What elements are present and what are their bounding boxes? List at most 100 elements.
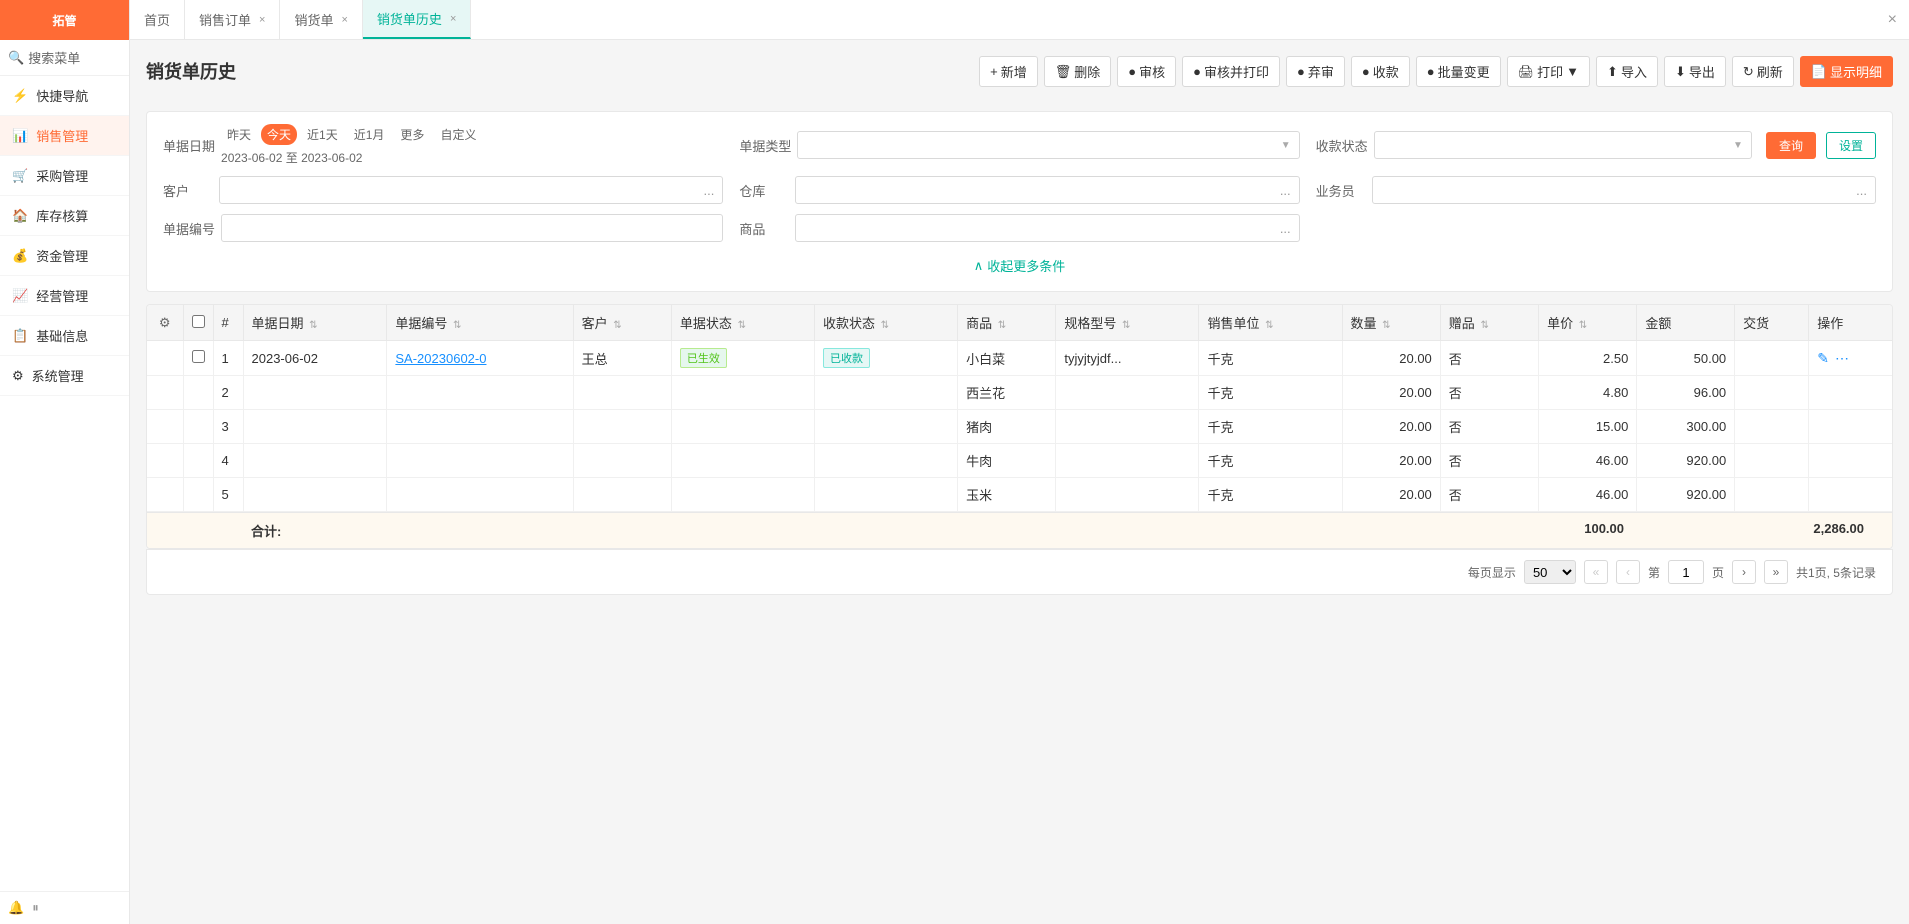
td-product: 小白菜 [958,341,1056,376]
refresh-button[interactable]: ↻ 刷新 [1732,56,1794,87]
filter-doc-num: 单据编号 [163,214,723,242]
show-detail-button[interactable]: 📄 显示明细 [1800,56,1893,87]
th-customer[interactable]: 客户 ⇅ [573,305,671,341]
import-button[interactable]: ⬆ 导入 [1596,56,1658,87]
tab-sales-order[interactable]: 销售订单 × [185,0,280,39]
filter-payment-status: 收款状态 ▼ 查询 设置 [1316,131,1876,159]
delete-button[interactable]: 🗑 删除 [1044,56,1112,87]
settings-gear-icon[interactable]: ⚙ [159,315,171,330]
last-page-button[interactable]: » [1764,560,1788,584]
td-doc-status [671,376,814,410]
product-dots[interactable]: ... [1280,221,1291,236]
date-tag-last1month[interactable]: 近1月 [348,124,391,145]
first-page-button[interactable]: « [1584,560,1608,584]
product-input[interactable] [804,221,1279,235]
td-customer [573,376,671,410]
td-date [243,376,387,410]
customer-dots[interactable]: ... [703,183,714,198]
th-unit[interactable]: 销售单位 ⇅ [1199,305,1342,341]
more-action-icon[interactable]: ⋯ [1835,350,1849,367]
date-tag-custom[interactable]: 自定义 [434,124,482,145]
sidebar-item-operations[interactable]: 📈 经营管理 [0,276,129,316]
abandon-button[interactable]: ● 弃审 [1286,56,1345,87]
sidebar-bottom: 🔔 ⏸ [0,891,129,924]
salesperson-input-wrap: ... [1372,176,1876,204]
notification-icon[interactable]: 🔔 [8,900,24,916]
print-dropdown-icon: ▼ [1566,64,1579,79]
td-date [243,410,387,444]
prev-page-button[interactable]: ‹ [1616,560,1640,584]
page-title: 销货单历史 [146,58,236,84]
row-checkbox[interactable] [192,350,205,363]
select-all-checkbox[interactable] [192,315,205,328]
td-product: 牛肉 [958,444,1056,478]
sidebar-search[interactable]: 🔍 搜索菜单 [0,40,129,76]
pause-icon[interactable]: ⏸ [32,900,39,916]
th-payment-status[interactable]: 收款状态 ⇅ [815,305,958,341]
sidebar-item-basic-info[interactable]: 📋 基础信息 [0,316,129,356]
th-price[interactable]: 单价 ⇅ [1539,305,1637,341]
per-page-select[interactable]: 50 20 100 [1524,560,1576,584]
date-tag-more[interactable]: 更多 [394,124,430,145]
td-settings [147,478,183,512]
sidebar-item-finance[interactable]: 💰 资金管理 [0,236,129,276]
td-price: 4.80 [1539,376,1637,410]
tab-home-label: 首页 [144,10,170,29]
collect-button[interactable]: ● 收款 [1351,56,1410,87]
collapse-button[interactable]: ∧ 收起更多条件 [163,252,1876,279]
td-checkbox [183,444,213,478]
td-customer [573,444,671,478]
edit-action-icon[interactable]: ✎ [1817,350,1829,367]
tab-sales-delivery-close[interactable]: × [341,14,347,26]
warehouse-dots[interactable]: ... [1280,183,1291,198]
tab-close-all[interactable]: × [1876,11,1909,29]
sidebar-item-quick-nav[interactable]: ⚡ 快捷导航 [0,76,129,116]
tab-home[interactable]: 首页 [130,0,185,39]
salesperson-dots[interactable]: ... [1856,183,1867,198]
th-doc-status[interactable]: 单据状态 ⇅ [671,305,814,341]
tab-sales-delivery[interactable]: 销货单 × [280,0,362,39]
doc-type-select[interactable]: ▼ [797,131,1299,159]
td-price: 2.50 [1539,341,1637,376]
page-number-input[interactable] [1668,560,1704,584]
audit-button[interactable]: ● 审核 [1117,56,1176,87]
total-amount: 2,286.00 [1813,521,1864,536]
th-date[interactable]: 单据日期 ⇅ [243,305,387,341]
tab-sales-order-close[interactable]: × [259,14,265,26]
doc-num-input[interactable] [230,221,714,235]
sidebar-item-purchase-mgmt[interactable]: 🛒 采购管理 [0,156,129,196]
th-doc-num[interactable]: 单据编号 ⇅ [387,305,573,341]
th-gift[interactable]: 赠品 ⇅ [1440,305,1538,341]
date-tag-last7[interactable]: 近1天 [301,124,344,145]
doc-num-link[interactable]: SA-20230602-0 [395,351,486,366]
finance-icon: 💰 [12,248,28,264]
td-spec [1056,444,1199,478]
sidebar-item-sales-mgmt[interactable]: 📊 销售管理 [0,116,129,156]
audit-print-button[interactable]: ● 审核并打印 [1182,56,1280,87]
td-qty: 20.00 [1342,376,1440,410]
customer-input[interactable] [228,183,703,197]
warehouse-input[interactable] [804,183,1279,197]
doc-num-label: 单据编号 [163,219,215,238]
th-product[interactable]: 商品 ⇅ [958,305,1056,341]
th-settings[interactable]: ⚙ [147,305,183,341]
payment-status-select[interactable]: ▼ [1374,131,1752,159]
sidebar-item-inventory[interactable]: 🏠 库存核算 [0,196,129,236]
salesperson-input[interactable] [1381,183,1856,197]
print-button[interactable]: 🖨 打印 ▼ [1507,56,1590,87]
date-tag-yesterday[interactable]: 昨天 [221,124,257,145]
export-button[interactable]: ⬇ 导出 [1664,56,1726,87]
tab-sales-history[interactable]: 销货单历史 × [363,0,471,39]
batch-change-button[interactable]: ● 批量变更 [1416,56,1501,87]
query-button[interactable]: 查询 [1766,132,1816,159]
tab-sales-history-close[interactable]: × [450,13,456,25]
date-range-display[interactable]: 2023-06-02 至 2023-06-02 [221,149,482,166]
th-spec[interactable]: 规格型号 ⇅ [1056,305,1199,341]
settings-button[interactable]: 设置 [1826,132,1876,159]
sidebar-item-sys-mgmt[interactable]: ⚙ 系统管理 [0,356,129,396]
td-action [1809,478,1892,512]
new-button[interactable]: + 新增 [979,56,1038,87]
th-qty[interactable]: 数量 ⇅ [1342,305,1440,341]
next-page-button[interactable]: › [1732,560,1756,584]
date-tag-today[interactable]: 今天 [261,124,297,145]
